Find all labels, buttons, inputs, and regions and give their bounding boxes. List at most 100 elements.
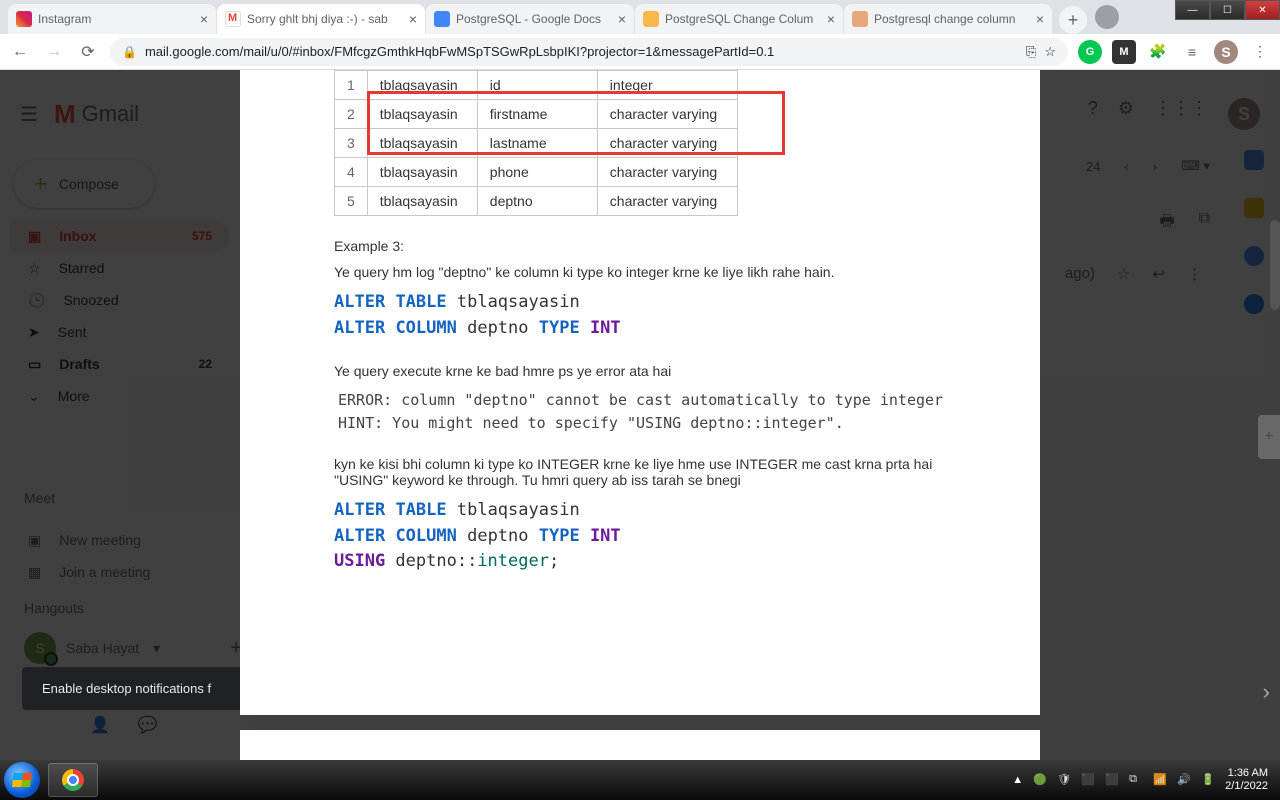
- more-options-icon[interactable]: ⋮: [1187, 265, 1202, 283]
- extension-icon[interactable]: M: [1112, 40, 1136, 64]
- settings-gear-icon[interactable]: ⚙: [1118, 98, 1134, 130]
- new-meeting-button[interactable]: ▣New meeting: [24, 524, 150, 556]
- tray-network-icon[interactable]: ⧉: [1129, 773, 1143, 787]
- sql-block: ALTER TABLE tblaqsayasin ALTER COLUMN de…: [334, 290, 1040, 341]
- paragraph: kyn ke kisi bhi column ki type ko INTEGE…: [334, 456, 944, 488]
- open-new-icon[interactable]: ⧉: [1199, 210, 1210, 237]
- inbox-count: 575: [192, 229, 212, 243]
- notification-toast[interactable]: Enable desktop notifications f: [22, 667, 252, 710]
- show-hidden-icons-button[interactable]: ▲: [1012, 774, 1023, 786]
- apps-grid-icon[interactable]: ⋮⋮⋮: [1154, 98, 1208, 130]
- tray-icon[interactable]: ⬛: [1081, 773, 1095, 787]
- nav-inbox[interactable]: ▣ Inbox 575: [10, 220, 230, 252]
- extensions-puzzle-icon[interactable]: 🧩: [1146, 40, 1170, 64]
- gmail-nav: ▣ Inbox 575 ☆Starred 🕒Snoozed ➤Sent ▭Dra…: [10, 220, 230, 412]
- tab-close-icon[interactable]: ×: [1036, 11, 1044, 27]
- prev-page-button[interactable]: ‹: [1124, 159, 1128, 174]
- tab-title: PostgreSQL Change Colum: [665, 12, 821, 26]
- nav-starred[interactable]: ☆Starred: [10, 252, 230, 284]
- tab-close-icon[interactable]: ×: [200, 11, 208, 27]
- google-docs-icon: [434, 11, 450, 27]
- taskbar-chrome[interactable]: [48, 763, 98, 797]
- tab-postgresql-change-2[interactable]: Postgresql change column ×: [844, 4, 1052, 34]
- compose-button[interactable]: + Compose: [14, 160, 154, 208]
- chevron-down-icon: ⌄: [28, 388, 40, 405]
- forward-button: →: [42, 40, 66, 64]
- nav-drafts[interactable]: ▭Drafts22: [10, 348, 230, 380]
- nav-more[interactable]: ⌄More: [10, 380, 230, 412]
- chrome-profile-button[interactable]: [1095, 5, 1119, 29]
- tab-postgresql-change[interactable]: PostgreSQL Change Colum ×: [635, 4, 843, 34]
- contacts-rail-icon[interactable]: [1244, 294, 1264, 314]
- schema-table: 1tblaqsayasinidinteger 2tblaqsayasinfirs…: [334, 70, 738, 216]
- nav-label: Inbox: [59, 228, 96, 244]
- chrome-menu-button[interactable]: ⋮: [1248, 40, 1272, 64]
- tray-wifi-icon[interactable]: 📶: [1153, 773, 1167, 787]
- vertical-scrollbar[interactable]: [1270, 220, 1280, 310]
- tab-instagram[interactable]: Instagram ×: [8, 4, 216, 34]
- tab-close-icon[interactable]: ×: [827, 11, 835, 27]
- meet-heading: Meet: [24, 490, 150, 506]
- table-row: 4tblaqsayasinphonecharacter varying: [335, 158, 738, 187]
- plus-icon: +: [34, 171, 47, 197]
- account-avatar[interactable]: S: [1228, 98, 1260, 130]
- person-avatar: S: [24, 632, 56, 664]
- input-tools-icon[interactable]: ⌨ ▾: [1181, 158, 1210, 174]
- star-message-icon[interactable]: ☆: [1117, 265, 1130, 283]
- install-icon[interactable]: ⎘: [1026, 44, 1036, 60]
- error-block: ERROR: column "deptno" cannot be cast au…: [338, 389, 1040, 434]
- tab-title: PostgreSQL - Google Docs: [456, 12, 612, 26]
- tab-close-icon[interactable]: ×: [618, 11, 626, 27]
- clock-date: 2/1/2022: [1225, 780, 1268, 793]
- nav-sent[interactable]: ➤Sent: [10, 316, 230, 348]
- tab-google-docs[interactable]: PostgreSQL - Google Docs ×: [426, 4, 634, 34]
- tray-icon[interactable]: ⬛: [1105, 773, 1119, 787]
- bookmark-star-icon[interactable]: ☆: [1044, 44, 1056, 60]
- window-minimize-button[interactable]: —: [1175, 0, 1210, 20]
- reading-list-icon[interactable]: ≡: [1180, 40, 1204, 64]
- tray-volume-icon[interactable]: 🔊: [1177, 773, 1191, 787]
- back-button[interactable]: ←: [8, 40, 32, 64]
- keep-rail-icon[interactable]: [1244, 198, 1264, 218]
- tab-close-icon[interactable]: ×: [409, 11, 417, 27]
- page-indicator: 24: [1086, 159, 1100, 174]
- page-viewport: ☰ MGmail ? ⚙ ⋮⋮⋮ S + Compose ▣ Inbox 575…: [0, 70, 1280, 760]
- paragraph: Ye query execute krne ke bad hmre ps ye …: [334, 363, 944, 379]
- print-icon[interactable]: 🖶: [1159, 210, 1174, 237]
- reply-icon[interactable]: ↩: [1152, 265, 1165, 283]
- tray-icon[interactable]: 🟢: [1033, 773, 1047, 787]
- nav-snoozed[interactable]: 🕒Snoozed: [10, 284, 230, 316]
- join-meeting-button[interactable]: ▦Join a meeting: [24, 556, 150, 588]
- next-page-button[interactable]: ›: [1153, 159, 1157, 174]
- support-icon[interactable]: ?: [1088, 98, 1098, 130]
- person-bottom-icon[interactable]: 👤: [90, 715, 110, 735]
- start-button[interactable]: [4, 762, 40, 798]
- window-maximize-button[interactable]: ☐: [1210, 0, 1245, 20]
- tab-gmail[interactable]: Sorry ghlt bhj diya :-) - sab ×: [217, 4, 425, 34]
- system-clock[interactable]: 1:36 AM 2/1/2022: [1225, 767, 1268, 793]
- lightbox-next-button[interactable]: ›: [1263, 679, 1270, 705]
- dropdown-caret-icon: ▾: [153, 640, 160, 657]
- reload-button[interactable]: ⟳: [76, 40, 100, 64]
- tasks-rail-icon[interactable]: [1244, 246, 1264, 266]
- calendar-rail-icon[interactable]: [1244, 150, 1264, 170]
- site-icon: [643, 11, 659, 27]
- chat-bottom-icon[interactable]: 💬: [138, 715, 158, 735]
- hangouts-person[interactable]: S Saba Hayat ▾ +: [24, 632, 242, 664]
- tray-battery-icon[interactable]: 🔋: [1201, 773, 1215, 787]
- new-tab-button[interactable]: +: [1059, 6, 1087, 34]
- tray-shield-icon[interactable]: 🛡: [1057, 773, 1071, 787]
- timestamp-fragment: ago): [1065, 265, 1095, 283]
- hamburger-menu-icon[interactable]: ☰: [20, 102, 38, 127]
- table-row: 5tblaqsayasindeptnocharacter varying: [335, 187, 738, 216]
- side-panel-toggle[interactable]: +: [1258, 415, 1280, 459]
- chrome-account-avatar[interactable]: S: [1214, 40, 1238, 64]
- lock-icon: 🔒: [122, 45, 137, 59]
- chrome-icon: [62, 769, 84, 791]
- window-close-button[interactable]: ✕: [1245, 0, 1280, 20]
- sql-block: ALTER TABLE tblaqsayasin ALTER COLUMN de…: [334, 498, 1040, 575]
- lightbox-next-page: [240, 730, 1040, 760]
- table-row: 2tblaqsayasinfirstnamecharacter varying: [335, 100, 738, 129]
- grammarly-extension-icon[interactable]: G: [1078, 40, 1102, 64]
- url-input[interactable]: 🔒 mail.google.com/mail/u/0/#inbox/FMfcgz…: [110, 38, 1068, 66]
